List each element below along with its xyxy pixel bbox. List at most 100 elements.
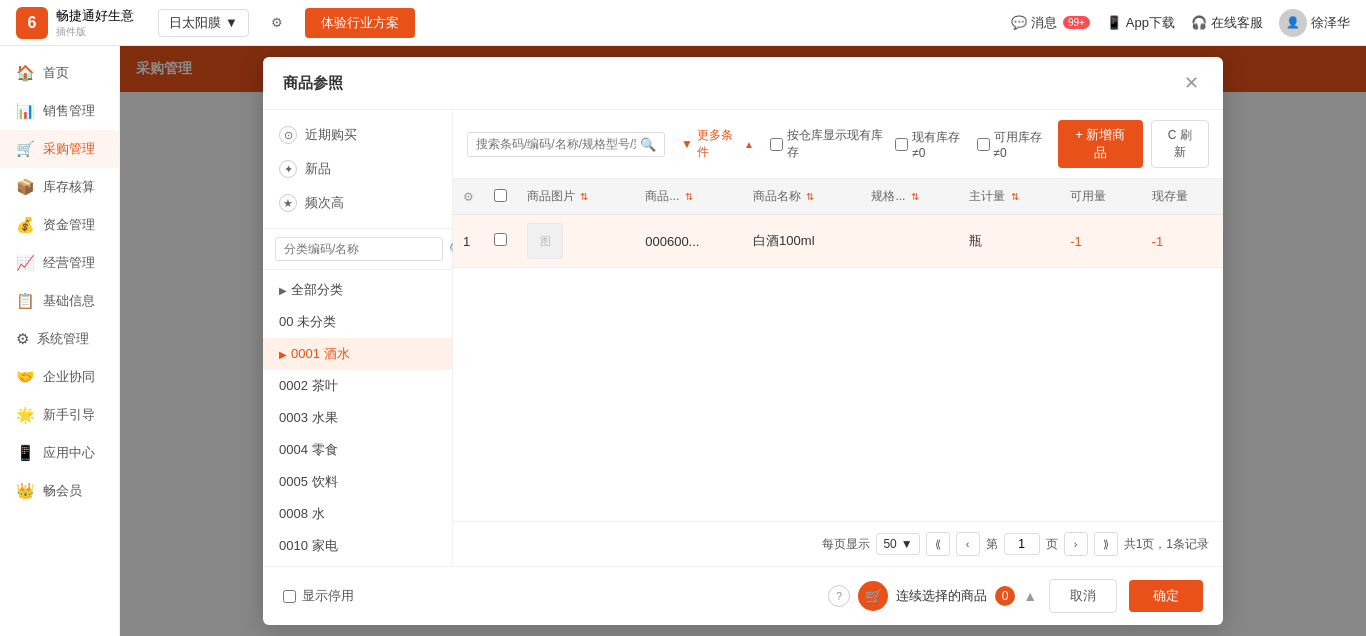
modal-footer: 显示停用 ? 🛒 连续选择的商品 0 ▲ 取消 确定 — [263, 566, 1223, 625]
available-stock-checkbox[interactable] — [977, 138, 990, 151]
frequent-tab[interactable]: ★ 频次高 — [263, 186, 452, 220]
available-stock-checkbox-label[interactable]: 可用库存≠0 — [977, 129, 1050, 160]
right-panel: 🔍 ▼ 更多条件 ▲ 按仓库显示现有库存 — [453, 110, 1223, 566]
confirm-button[interactable]: 确定 — [1129, 580, 1203, 612]
sort-code-icon[interactable]: ⇅ — [685, 191, 693, 202]
notifications-btn[interactable]: 💬 消息 99+ — [1011, 14, 1090, 32]
sidebar-item-guide[interactable]: 🌟 新手引导 — [0, 396, 119, 434]
sidebar-item-inventory[interactable]: 📦 库存核算 — [0, 168, 119, 206]
cancel-button[interactable]: 取消 — [1049, 579, 1117, 613]
modal-body: ⊙ 近期购买 ✦ 新品 ★ 频次高 — [263, 110, 1223, 566]
existing-stock-checkbox-label[interactable]: 现有库存≠0 — [895, 129, 968, 160]
modal-overlay: 商品参照 ✕ ⊙ 近期购买 ✦ — [120, 46, 1366, 636]
cat-item-alcohol[interactable]: ▶ 0001 酒水 — [263, 338, 452, 370]
chevron-down-icon: ▼ — [225, 15, 238, 30]
cat-item-beverage[interactable]: 0005 饮料 — [263, 466, 452, 498]
sidebar-item-vip[interactable]: 👑 畅会员 — [0, 472, 119, 510]
collapse-icon[interactable]: ▲ — [1023, 588, 1037, 604]
sales-icon: 📊 — [16, 102, 35, 120]
search-icon[interactable]: 🔍 — [640, 137, 656, 152]
product-modal: 商品参照 ✕ ⊙ 近期购买 ✦ — [263, 57, 1223, 625]
top-nav: 6 畅捷通好生意 插件版 日太阳膜 ▼ ⚙ 体验行业方案 💬 消息 99+ 📱 … — [0, 0, 1366, 46]
col-code: 商品... ⇅ — [635, 179, 743, 215]
col-image: 商品图片 ⇅ — [517, 179, 635, 215]
column-settings-icon[interactable]: ⚙ — [463, 190, 474, 204]
sort-image-icon[interactable]: ⇅ — [580, 191, 588, 202]
sidebar-item-finance[interactable]: 💰 资金管理 — [0, 206, 119, 244]
new-icon: ✦ — [279, 160, 297, 178]
cat-item-appliance[interactable]: 0010 家电 — [263, 530, 452, 562]
try-button[interactable]: 体验行业方案 — [305, 8, 415, 38]
sort-name-icon[interactable]: ⇅ — [806, 191, 814, 202]
footer-right: ? 🛒 连续选择的商品 0 ▲ 取消 确定 — [828, 579, 1203, 613]
star-icon: ★ — [279, 194, 297, 212]
sidebar-item-basic[interactable]: 📋 基础信息 — [0, 282, 119, 320]
sidebar-item-operations[interactable]: 📈 经营管理 — [0, 244, 119, 282]
nav-right: 💬 消息 99+ 📱 App下载 🎧 在线客服 👤 徐泽华 — [1011, 9, 1350, 37]
col-spec: 规格... ⇅ — [861, 179, 959, 215]
cat-item-all[interactable]: ▶ 全部分类 — [263, 274, 452, 306]
cat-item-water[interactable]: 0008 水 — [263, 498, 452, 530]
page-number-input[interactable] — [1004, 533, 1040, 555]
show-disabled-label[interactable]: 显示停用 — [283, 587, 354, 605]
app-download-btn[interactable]: 📱 App下载 — [1106, 14, 1175, 32]
sidebar-item-system[interactable]: ⚙ 系统管理 — [0, 320, 119, 358]
new-products-tab[interactable]: ✦ 新品 — [263, 152, 452, 186]
refresh-button[interactable]: C 刷新 — [1151, 120, 1209, 168]
col-unit: 主计量 ⇅ — [959, 179, 1060, 215]
finance-icon: 💰 — [16, 216, 35, 234]
expand-arrow-icon: ▶ — [279, 285, 287, 296]
modal-title: 商品参照 — [283, 74, 343, 93]
add-product-button[interactable]: + 新增商品 — [1058, 120, 1143, 168]
col-name: 商品名称 ⇅ — [743, 179, 861, 215]
category-search-input[interactable] — [275, 237, 443, 261]
product-table: ⚙ 商品图片 ⇅ — [453, 179, 1223, 268]
cat-item-uncategorized[interactable]: 00 未分类 — [263, 306, 452, 338]
existing-stock-checkbox[interactable] — [895, 138, 908, 151]
customer-service-btn[interactable]: 🎧 在线客服 — [1191, 14, 1263, 32]
row-checkbox[interactable] — [494, 233, 507, 246]
sidebar-item-purchase[interactable]: 🛒 采购管理 — [0, 130, 119, 168]
sort-unit-icon[interactable]: ⇅ — [1011, 191, 1019, 202]
cart-icon[interactable]: 🛒 — [858, 581, 888, 611]
next-page-button[interactable]: › — [1064, 532, 1088, 556]
operations-icon: 📈 — [16, 254, 35, 272]
table-row[interactable]: 1 图 000600... 白酒100ml — [453, 215, 1223, 268]
first-page-button[interactable]: ⟪ — [926, 532, 950, 556]
recent-purchase-tab[interactable]: ⊙ 近期购买 — [263, 118, 452, 152]
inventory-icon: 📦 — [16, 178, 35, 196]
toolbar-right: + 新增商品 C 刷新 — [1058, 120, 1209, 168]
warehouse-checkbox-label[interactable]: 按仓库显示现有库存 — [770, 127, 887, 161]
cart-area: ? 🛒 连续选择的商品 0 ▲ — [828, 581, 1037, 611]
last-page-button[interactable]: ⟫ — [1094, 532, 1118, 556]
category-list: ▶ 全部分类 00 未分类 ▶ 0001 酒水 0002 茶 — [263, 270, 452, 566]
help-icon[interactable]: ? — [828, 585, 850, 607]
prev-page-button[interactable]: ‹ — [956, 532, 980, 556]
show-disabled-checkbox[interactable] — [283, 590, 296, 603]
settings-icon[interactable]: ⚙ — [261, 7, 293, 39]
product-search-input[interactable] — [476, 137, 636, 151]
quick-access-tabs: ⊙ 近期购买 ✦ 新品 ★ 频次高 — [263, 110, 452, 229]
sidebar-item-apps[interactable]: 📱 应用中心 — [0, 434, 119, 472]
sidebar-item-sales[interactable]: 📊 销售管理 — [0, 92, 119, 130]
home-icon: 🏠 — [16, 64, 35, 82]
per-page-select[interactable]: 50 ▼ — [876, 533, 919, 555]
product-thumbnail: 图 — [527, 223, 563, 259]
select-all-checkbox[interactable] — [494, 189, 507, 202]
avatar: 👤 — [1279, 9, 1307, 37]
collab-icon: 🤝 — [16, 368, 35, 386]
cat-item-tea[interactable]: 0002 茶叶 — [263, 370, 452, 402]
col-stock: 现存量 — [1142, 179, 1223, 215]
sort-spec-icon[interactable]: ⇅ — [911, 191, 919, 202]
filter-button[interactable]: ▼ 更多条件 ▲ — [673, 123, 762, 165]
sidebar-item-collab[interactable]: 🤝 企业协同 — [0, 358, 119, 396]
sidebar-item-home[interactable]: 🏠 首页 — [0, 54, 119, 92]
cat-item-fruit[interactable]: 0003 水果 — [263, 402, 452, 434]
vip-icon: 👑 — [16, 482, 35, 500]
user-profile[interactable]: 👤 徐泽华 — [1279, 9, 1350, 37]
store-selector[interactable]: 日太阳膜 ▼ — [158, 9, 249, 37]
warehouse-checkbox[interactable] — [770, 138, 783, 151]
table-header-row: ⚙ 商品图片 ⇅ — [453, 179, 1223, 215]
cat-item-snack[interactable]: 0004 零食 — [263, 434, 452, 466]
modal-close-button[interactable]: ✕ — [1179, 71, 1203, 95]
